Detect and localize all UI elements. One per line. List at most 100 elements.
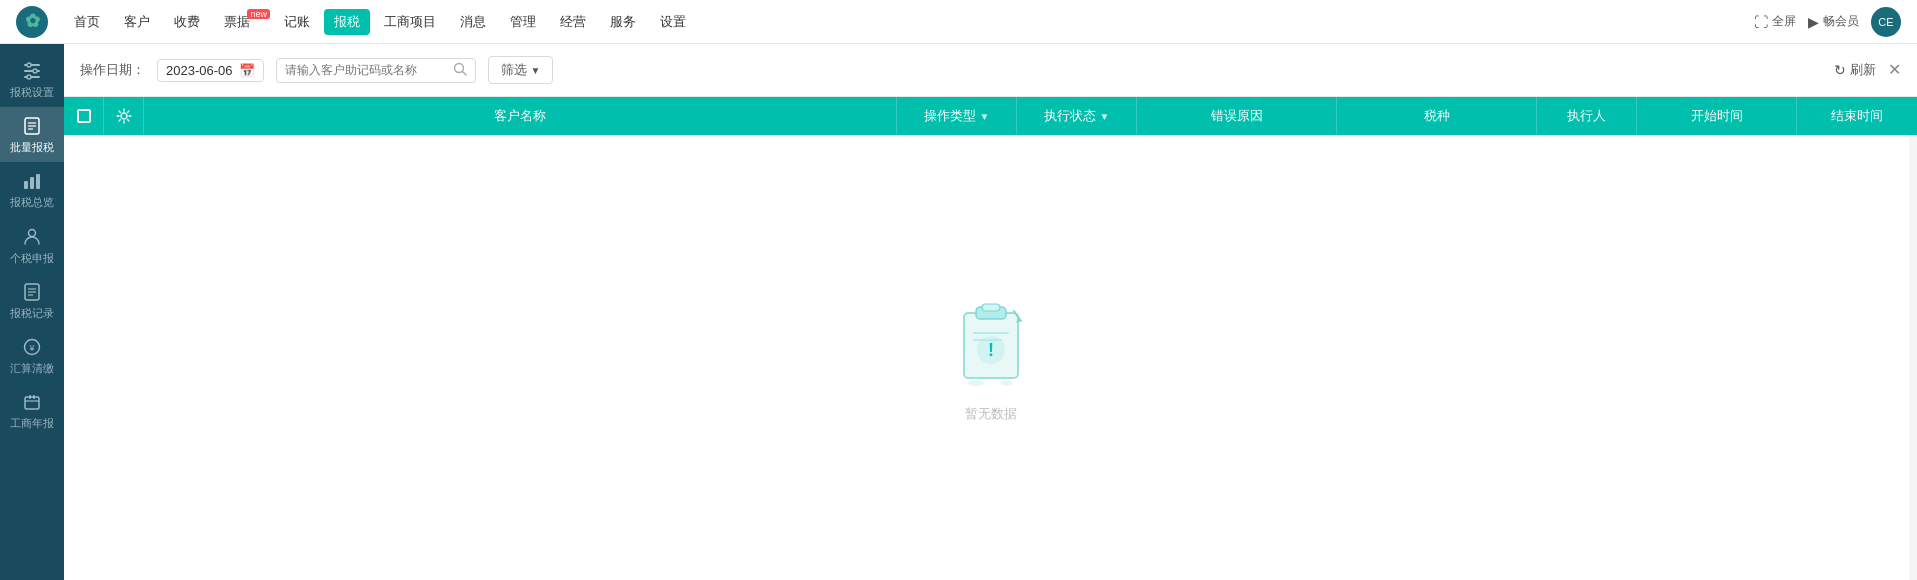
empty-state: ! 暂无数据: [946, 293, 1036, 423]
svg-point-28: [121, 113, 127, 119]
top-nav-right: ⛶ 全屏 ▶ 畅会员 CE: [1754, 7, 1901, 37]
settlement-icon: ¥: [21, 336, 43, 358]
svg-rect-23: [29, 395, 31, 399]
svg-rect-12: [24, 181, 28, 189]
search-input[interactable]: [285, 63, 447, 77]
svg-point-39: [1000, 380, 1012, 385]
search-wrapper: [276, 58, 476, 83]
overview-icon: [21, 170, 43, 192]
sort-icon-status: ▼: [1100, 111, 1110, 122]
filter-label: 筛选: [501, 61, 527, 79]
svg-rect-31: [982, 304, 1000, 311]
close-button[interactable]: ✕: [1888, 62, 1901, 78]
sidebar-label-baoshui-jilu: 报税记录: [10, 307, 54, 320]
svg-text:¥: ¥: [28, 343, 35, 353]
nav-bookkeeping[interactable]: 记账: [274, 9, 320, 35]
svg-point-5: [27, 63, 31, 67]
nav-items: 首页 客户 收费 票据 new 记账 报税 工商项目 消息 管理 经营 服务 设…: [64, 9, 1754, 35]
content-area: 操作日期： 2023-06-06 📅 筛选 ▼ ↻: [64, 44, 1917, 580]
filter-button[interactable]: 筛选 ▼: [488, 56, 554, 84]
header-checkbox[interactable]: [77, 109, 91, 123]
sidebar-label-baoshui-shezhi: 报税设置: [10, 86, 54, 99]
sidebar-item-huisuan-jiaona[interactable]: ¥ 汇算清缴: [0, 328, 64, 383]
main-layout: 报税设置 批量报税 报税总览: [0, 44, 1917, 580]
svg-point-6: [33, 69, 37, 73]
batch-tax-icon: [21, 115, 43, 137]
fullscreen-label: 全屏: [1772, 13, 1796, 30]
nav-message[interactable]: 消息: [450, 9, 496, 35]
sidebar-item-geshui-shenbao[interactable]: 个税申报: [0, 218, 64, 273]
sidebar-label-gongshang-nianbao: 工商年报: [10, 417, 54, 430]
sort-icon-operation: ▼: [980, 111, 990, 122]
nav-tax[interactable]: 报税: [324, 9, 370, 35]
nav-business[interactable]: 工商项目: [374, 9, 446, 35]
svg-rect-24: [33, 395, 35, 399]
member-btn[interactable]: ▶ 畅会员: [1808, 13, 1859, 30]
svg-rect-13: [30, 177, 34, 189]
svg-rect-22: [25, 397, 39, 409]
avatar[interactable]: CE: [1871, 7, 1901, 37]
sidebar-item-baoshui-jilu[interactable]: 报税记录: [0, 273, 64, 328]
member-label: 畅会员: [1823, 13, 1859, 30]
fullscreen-icon: ⛶: [1754, 14, 1768, 30]
chevron-down-icon: ▼: [531, 65, 541, 76]
table-body: ! 暂无数据: [64, 135, 1917, 580]
data-table: 客户名称 操作类型 ▼ 执行状态 ▼ 错误原因 税种 执行人 开始时间 结束时间: [64, 97, 1917, 580]
nav-service[interactable]: 服务: [600, 9, 646, 35]
nav-invoice[interactable]: 票据 new: [214, 9, 270, 35]
th-tax-type: 税种: [1337, 97, 1537, 135]
th-start-time: 开始时间: [1637, 97, 1797, 135]
scrollbar[interactable]: [1909, 135, 1917, 580]
nav-operation[interactable]: 经营: [550, 9, 596, 35]
person-tax-icon: [21, 226, 43, 248]
annual-report-icon: [21, 391, 43, 413]
sidebar-item-piliang-baoshui[interactable]: 批量报税: [0, 107, 64, 162]
th-executor: 执行人: [1537, 97, 1637, 135]
sidebar-item-gongshang-nianbao[interactable]: 工商年报: [0, 383, 64, 438]
member-icon: ▶: [1808, 14, 1819, 30]
toolbar: 操作日期： 2023-06-06 📅 筛选 ▼ ↻: [64, 44, 1917, 97]
sidebar-item-baoshui-zonlan[interactable]: 报税总览: [0, 162, 64, 217]
nav-fee[interactable]: 收费: [164, 9, 210, 35]
settings-icon: [21, 60, 43, 82]
refresh-icon: ↻: [1834, 62, 1846, 78]
nav-settings[interactable]: 设置: [650, 9, 696, 35]
date-picker[interactable]: 2023-06-06 📅: [157, 59, 264, 82]
nav-manage[interactable]: 管理: [500, 9, 546, 35]
record-icon: [21, 281, 43, 303]
sidebar-label-piliang-baoshui: 批量报税: [10, 141, 54, 154]
sidebar-label-geshui-shenbao: 个税申报: [10, 252, 54, 265]
nav-home[interactable]: 首页: [64, 9, 110, 35]
app-logo[interactable]: ✿: [16, 6, 48, 38]
svg-text:!: !: [988, 340, 994, 360]
fullscreen-btn[interactable]: ⛶ 全屏: [1754, 13, 1796, 30]
new-badge: new: [247, 9, 270, 19]
th-checkbox[interactable]: [64, 97, 104, 135]
date-label: 操作日期：: [80, 61, 145, 79]
th-operation-type[interactable]: 操作类型 ▼: [897, 97, 1017, 135]
sidebar-label-huisuan-jiaona: 汇算清缴: [10, 362, 54, 375]
sidebar-item-baoshui-shezhi[interactable]: 报税设置: [0, 52, 64, 107]
refresh-button[interactable]: ↻ 刷新: [1834, 61, 1876, 79]
sidebar-label-baoshui-zonlan: 报税总览: [10, 196, 54, 209]
svg-point-15: [29, 229, 36, 236]
sidebar: 报税设置 批量报税 报税总览: [0, 44, 64, 580]
th-customer-name: 客户名称: [144, 97, 897, 135]
top-nav: ✿ 首页 客户 收费 票据 new 记账 报税 工商项目 消息 管理 经营 服务…: [0, 0, 1917, 44]
th-exec-status[interactable]: 执行状态 ▼: [1017, 97, 1137, 135]
svg-point-7: [27, 75, 31, 79]
svg-text:✿: ✿: [25, 11, 40, 31]
table-header: 客户名称 操作类型 ▼ 执行状态 ▼ 错误原因 税种 执行人 开始时间 结束时间: [64, 97, 1917, 135]
search-icon: [453, 62, 467, 79]
svg-line-27: [462, 71, 466, 75]
th-end-time: 结束时间: [1797, 97, 1917, 135]
nav-customer[interactable]: 客户: [114, 9, 160, 35]
calendar-icon: 📅: [239, 63, 255, 78]
empty-text: 暂无数据: [965, 405, 1017, 423]
th-settings: [104, 97, 144, 135]
svg-rect-14: [36, 174, 40, 189]
th-error-reason: 错误原因: [1137, 97, 1337, 135]
date-value: 2023-06-06: [166, 63, 233, 78]
refresh-label: 刷新: [1850, 61, 1876, 79]
svg-point-38: [968, 380, 984, 386]
